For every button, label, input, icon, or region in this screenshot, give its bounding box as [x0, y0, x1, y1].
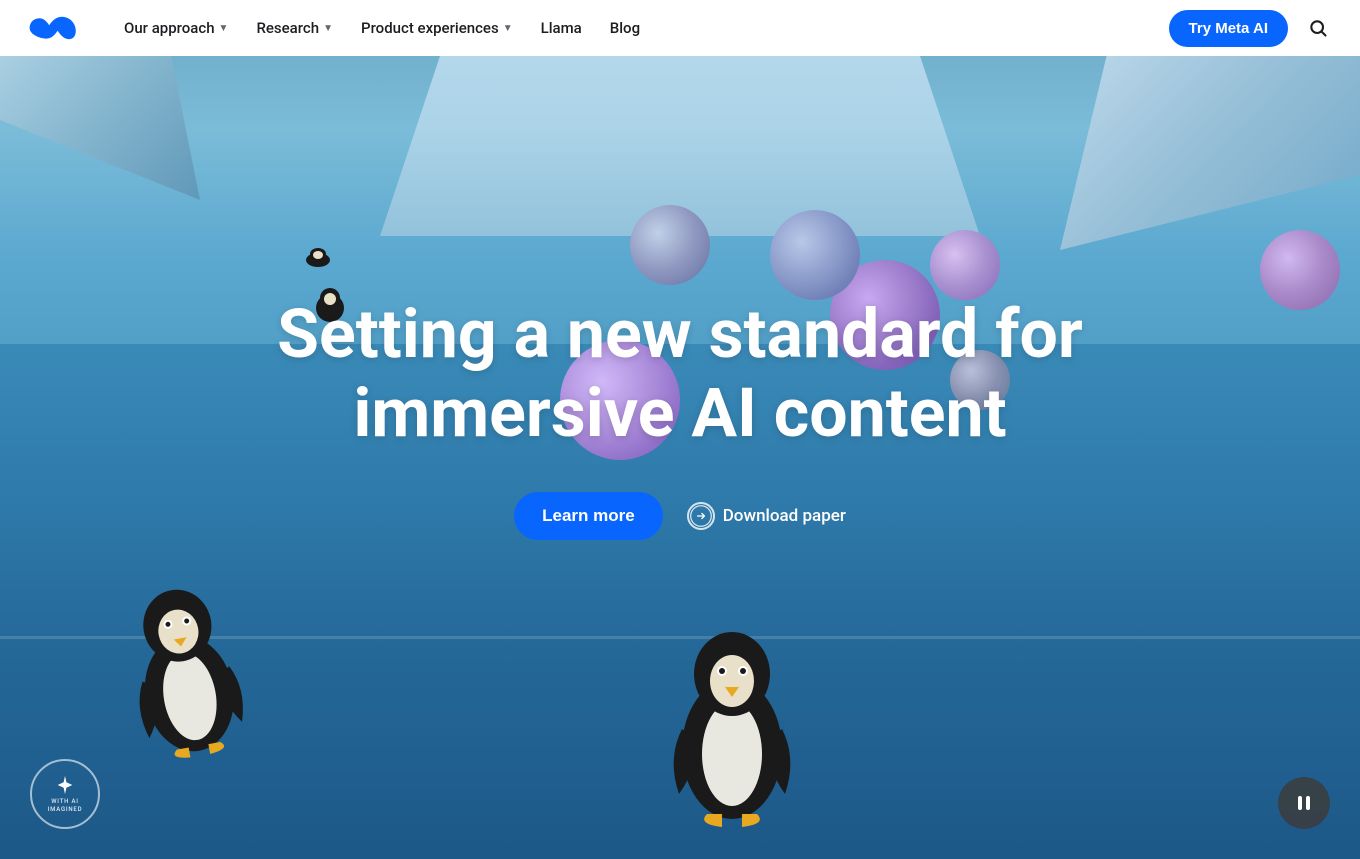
navbar-left: Our approach ▼ Research ▼ Product experi… [24, 11, 652, 45]
nav-item-product-experiences[interactable]: Product experiences ▼ [349, 11, 525, 45]
hero-buttons: Learn more Download paper [514, 492, 846, 540]
pause-icon [1298, 796, 1310, 810]
pause-video-button[interactable] [1278, 777, 1330, 829]
hero-content: Setting a new standard for immersive AI … [0, 56, 1360, 859]
arrow-icon [687, 502, 715, 530]
sparkle-star-icon [54, 774, 76, 796]
chevron-down-icon: ▼ [323, 23, 333, 34]
navbar-right: Try Meta AI [1169, 10, 1336, 47]
pause-bar-left [1298, 796, 1302, 810]
nav-item-our-approach[interactable]: Our approach ▼ [112, 11, 240, 45]
pause-bar-right [1306, 796, 1310, 810]
search-button[interactable] [1300, 10, 1336, 46]
ai-imagined-badge: WITH AIIMAGINED [30, 759, 100, 829]
download-paper-button[interactable]: Download paper [687, 502, 846, 530]
search-icon [1308, 18, 1328, 38]
chevron-down-icon: ▼ [219, 23, 229, 34]
ai-badge-inner: WITH AIIMAGINED [48, 774, 83, 815]
hero-title: Setting a new standard for immersive AI … [277, 295, 1083, 451]
chevron-down-icon: ▼ [503, 23, 513, 34]
learn-more-button[interactable]: Learn more [514, 492, 663, 540]
nav-item-blog[interactable]: Blog [598, 11, 652, 45]
try-meta-ai-button[interactable]: Try Meta AI [1169, 10, 1288, 47]
navbar: Our approach ▼ Research ▼ Product experi… [0, 0, 1360, 56]
nav-item-llama[interactable]: Llama [529, 11, 594, 45]
meta-logo[interactable] [24, 14, 80, 42]
hero-section: Setting a new standard for immersive AI … [0, 0, 1360, 859]
nav-links: Our approach ▼ Research ▼ Product experi… [112, 11, 652, 45]
nav-item-research[interactable]: Research ▼ [244, 11, 345, 45]
